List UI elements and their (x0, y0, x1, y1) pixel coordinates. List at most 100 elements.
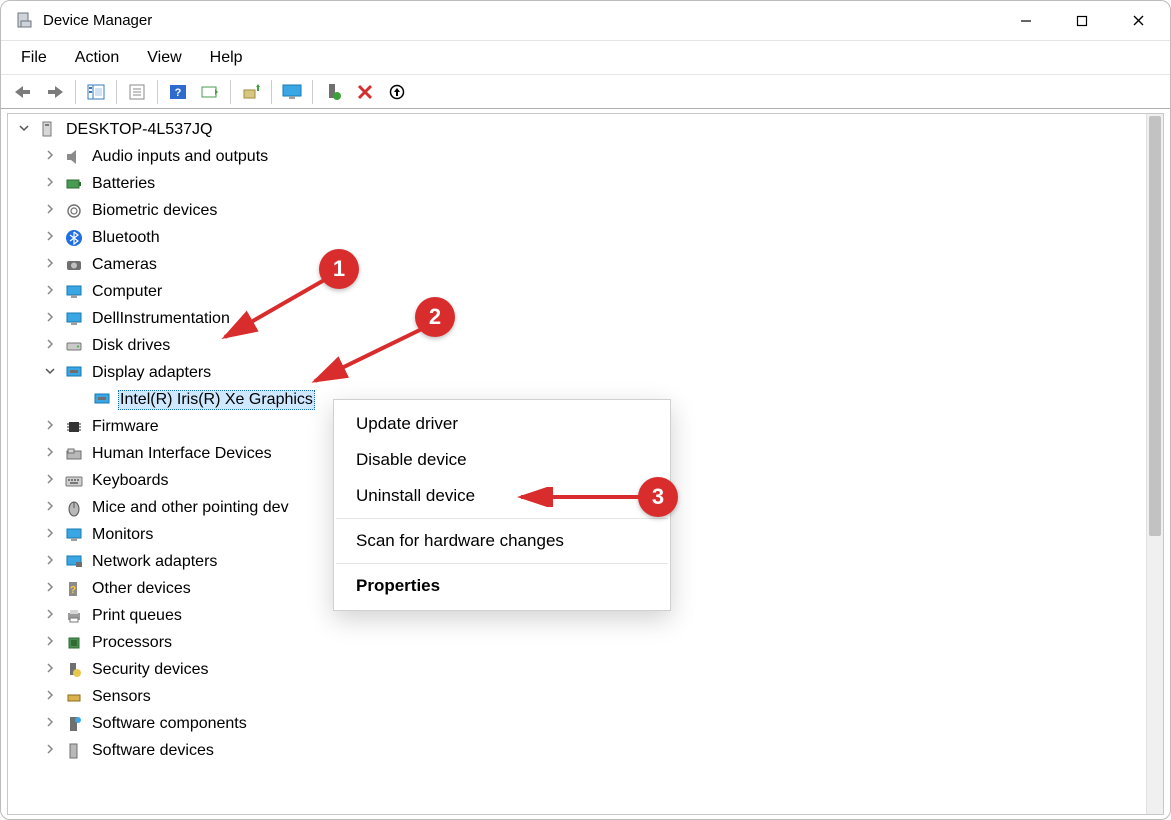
monitor-icon (64, 282, 84, 302)
monitor-toolbar-button[interactable] (277, 78, 307, 106)
enable-device-toolbar-button[interactable] (318, 78, 348, 106)
back-button[interactable] (8, 78, 38, 106)
processor-icon (64, 633, 84, 653)
uninstall-device-toolbar-button[interactable] (350, 78, 380, 106)
chevron-right-icon[interactable] (44, 608, 60, 624)
chevron-right-icon[interactable] (44, 419, 60, 435)
chevron-right-icon[interactable] (44, 500, 60, 516)
show-hide-tree-button[interactable] (81, 78, 111, 106)
computer-tower-icon (38, 120, 58, 140)
tree-node-security[interactable]: Security devices (8, 656, 1163, 683)
tree-node-bluetooth[interactable]: Bluetooth (8, 224, 1163, 251)
speaker-icon (64, 147, 84, 167)
tree-label: Security devices (90, 660, 211, 680)
chevron-right-icon[interactable] (44, 662, 60, 678)
tree-node-swdev[interactable]: Software devices (8, 737, 1163, 764)
scrollbar-thumb[interactable] (1149, 116, 1161, 536)
menu-help[interactable]: Help (196, 45, 257, 71)
tree-node-disk[interactable]: Disk drives (8, 332, 1163, 359)
chevron-right-icon[interactable] (44, 716, 60, 732)
chevron-right-icon[interactable] (44, 257, 60, 273)
tree-label: Computer (90, 282, 164, 302)
svg-text:?: ? (70, 585, 76, 596)
scrollbar[interactable] (1146, 114, 1163, 814)
update-driver-toolbar-button[interactable] (236, 78, 266, 106)
chevron-right-icon[interactable] (44, 473, 60, 489)
menu-bar: File Action View Help (1, 41, 1170, 75)
app-icon (15, 11, 35, 31)
chevron-right-icon[interactable] (44, 581, 60, 597)
tree-label: Audio inputs and outputs (90, 147, 270, 167)
chevron-right-icon[interactable] (44, 446, 60, 462)
tree-node-dell[interactable]: DellInstrumentation (8, 305, 1163, 332)
tree-label: Firmware (90, 417, 161, 437)
chevron-down-icon[interactable] (18, 122, 34, 138)
ctx-disable-device[interactable]: Disable device (334, 442, 670, 478)
device-manager-window: Device Manager File Action View Help ? (0, 0, 1171, 820)
unknown-device-icon: ? (64, 579, 84, 599)
toolbar-separator (116, 80, 117, 104)
hid-icon (64, 444, 84, 464)
camera-icon (64, 255, 84, 275)
tree-node-processors[interactable]: Processors (8, 629, 1163, 656)
ctx-uninstall-device[interactable]: Uninstall device (334, 478, 670, 514)
tree-node-batteries[interactable]: Batteries (8, 170, 1163, 197)
fingerprint-icon (64, 201, 84, 221)
sensor-icon (64, 687, 84, 707)
tree-label: Keyboards (90, 471, 171, 491)
chevron-right-icon[interactable] (44, 284, 60, 300)
help-toolbar-button[interactable]: ? (163, 78, 193, 106)
chevron-right-icon[interactable] (44, 689, 60, 705)
menu-view[interactable]: View (133, 45, 195, 71)
tree-label: Sensors (90, 687, 153, 707)
window-title: Device Manager (43, 12, 998, 29)
chevron-right-icon[interactable] (44, 527, 60, 543)
svg-text:?: ? (175, 87, 182, 99)
chevron-right-icon[interactable] (44, 311, 60, 327)
maximize-button[interactable] (1054, 1, 1110, 41)
chevron-right-icon[interactable] (44, 176, 60, 192)
chevron-right-icon[interactable] (44, 743, 60, 759)
chevron-down-icon[interactable] (44, 365, 60, 381)
minimize-button[interactable] (998, 1, 1054, 41)
tree-label: Disk drives (90, 336, 172, 356)
tree-node-computer[interactable]: Computer (8, 278, 1163, 305)
forward-button[interactable] (40, 78, 70, 106)
tree-node-display[interactable]: Display adapters (8, 359, 1163, 386)
tree-label: Print queues (90, 606, 184, 626)
ctx-properties[interactable]: Properties (334, 568, 670, 604)
context-menu: Update driver Disable device Uninstall d… (333, 399, 671, 611)
ctx-scan-hardware[interactable]: Scan for hardware changes (334, 523, 670, 559)
tree-label: Human Interface Devices (90, 444, 274, 464)
tree-node-sensors[interactable]: Sensors (8, 683, 1163, 710)
chevron-right-icon[interactable] (44, 230, 60, 246)
menu-file[interactable]: File (7, 45, 61, 71)
close-button[interactable] (1110, 1, 1166, 41)
chevron-right-icon[interactable] (44, 554, 60, 570)
tree-label: DellInstrumentation (90, 309, 232, 329)
chevron-right-icon[interactable] (44, 203, 60, 219)
tree-label: Network adapters (90, 552, 219, 572)
properties-toolbar-button[interactable] (122, 78, 152, 106)
keyboard-icon (64, 471, 84, 491)
tree-node-audio[interactable]: Audio inputs and outputs (8, 143, 1163, 170)
tree-node-swcomp[interactable]: Software components (8, 710, 1163, 737)
ctx-update-driver[interactable]: Update driver (334, 406, 670, 442)
ctx-separator (336, 563, 668, 564)
software-icon (64, 714, 84, 734)
chevron-right-icon[interactable] (44, 635, 60, 651)
toolbar-separator (230, 80, 231, 104)
software-device-icon (64, 741, 84, 761)
tree-root[interactable]: DESKTOP-4L537JQ (8, 116, 1163, 143)
chevron-right-icon[interactable] (44, 338, 60, 354)
menu-action[interactable]: Action (61, 45, 133, 71)
tree-label: Intel(R) Iris(R) Xe Graphics (118, 390, 315, 410)
mouse-icon (64, 498, 84, 518)
disable-device-toolbar-button[interactable] (382, 78, 412, 106)
monitor-icon (64, 525, 84, 545)
chevron-right-icon[interactable] (44, 149, 60, 165)
tree-node-biometric[interactable]: Biometric devices (8, 197, 1163, 224)
tree-node-cameras[interactable]: Cameras (8, 251, 1163, 278)
scan-hardware-toolbar-button[interactable] (195, 78, 225, 106)
toolbar-separator (271, 80, 272, 104)
